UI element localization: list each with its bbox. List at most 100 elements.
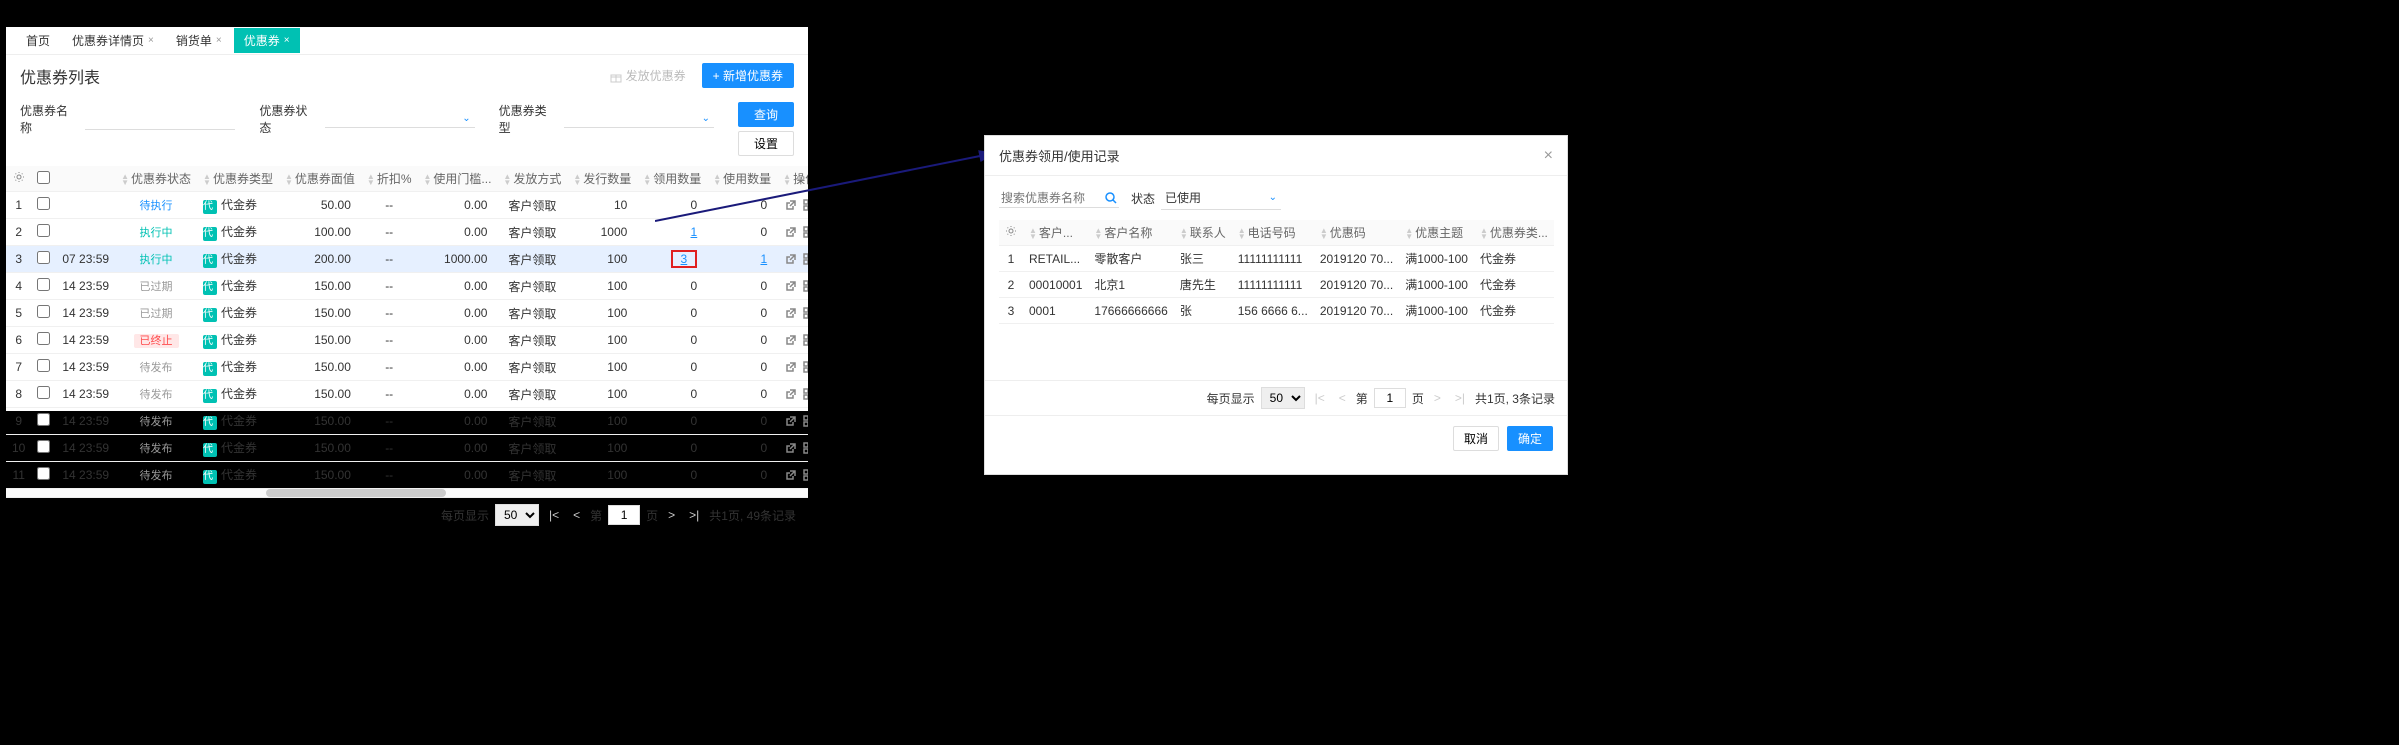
distribute-coupon-button[interactable]: 发放优惠券 bbox=[600, 64, 695, 87]
column-header[interactable]: ▲▼客户... bbox=[1023, 220, 1088, 246]
next-page-button[interactable]: > bbox=[664, 508, 679, 522]
per-page-select[interactable]: 50 bbox=[1261, 387, 1305, 409]
page-input[interactable] bbox=[608, 505, 640, 525]
column-header[interactable]: ▲▼优惠券面值 bbox=[279, 166, 361, 192]
table-row[interactable]: 6 14 23:59 已终止 代代金券 150.00 -- 0.00 客户领取 … bbox=[6, 327, 808, 354]
tab-优惠券详情页[interactable]: 优惠券详情页× bbox=[62, 28, 164, 53]
settings-column[interactable] bbox=[999, 220, 1023, 246]
per-page-select[interactable]: 50 bbox=[495, 504, 539, 526]
qrcode-icon[interactable] bbox=[803, 388, 808, 400]
qrcode-icon[interactable] bbox=[803, 469, 808, 481]
share-icon[interactable] bbox=[785, 361, 797, 373]
qrcode-icon[interactable] bbox=[803, 334, 808, 346]
confirm-button[interactable]: 确定 bbox=[1507, 426, 1553, 451]
column-header[interactable]: ▲▼折扣% bbox=[361, 166, 418, 192]
column-header[interactable]: ▲▼操作 bbox=[777, 166, 808, 192]
tab-首页[interactable]: 首页 bbox=[16, 28, 60, 53]
share-icon[interactable] bbox=[785, 307, 797, 319]
share-icon[interactable] bbox=[785, 334, 797, 346]
prev-page-button[interactable]: < bbox=[1335, 391, 1350, 405]
column-header[interactable]: ▲▼电话号码 bbox=[1232, 220, 1314, 246]
modal-status-select[interactable]: 已使用 ⌄ bbox=[1161, 186, 1281, 210]
column-header[interactable]: ▲▼使用门槛... bbox=[417, 166, 497, 192]
row-checkbox[interactable] bbox=[37, 224, 50, 237]
column-header[interactable]: ▲▼领用数量 bbox=[637, 166, 707, 192]
column-header[interactable]: ▲▼客户名称 bbox=[1088, 220, 1173, 246]
row-checkbox[interactable] bbox=[37, 197, 50, 210]
tab-优惠券[interactable]: 优惠券× bbox=[234, 28, 300, 53]
table-row[interactable]: 3 07 23:59 执行中 代代金券 200.00 -- 1000.00 客户… bbox=[6, 246, 808, 273]
horizontal-scrollbar[interactable] bbox=[6, 489, 808, 497]
column-header[interactable]: ▲▼优惠码 bbox=[1314, 220, 1399, 246]
share-icon[interactable] bbox=[785, 226, 797, 238]
claimed-count-link[interactable]: 3 bbox=[671, 250, 698, 268]
row-checkbox[interactable] bbox=[37, 359, 50, 372]
prev-page-button[interactable]: < bbox=[569, 508, 584, 522]
close-icon[interactable]: × bbox=[216, 35, 222, 46]
claimed-count-link[interactable]: 1 bbox=[691, 225, 698, 239]
first-page-button[interactable]: |< bbox=[1311, 391, 1329, 405]
cancel-button[interactable]: 取消 bbox=[1453, 426, 1499, 451]
table-row[interactable]: 3 0001 17666666666 张 156 6666 6... 20191… bbox=[999, 298, 1554, 324]
next-page-button[interactable]: > bbox=[1430, 391, 1445, 405]
column-header[interactable]: ▲▼优惠券类型 bbox=[197, 166, 279, 192]
column-header[interactable]: ▲▼发放方式 bbox=[497, 166, 567, 192]
qrcode-icon[interactable] bbox=[803, 307, 808, 319]
row-checkbox[interactable] bbox=[37, 251, 50, 264]
settings-button[interactable]: 设置 bbox=[738, 131, 794, 156]
table-row[interactable]: 4 14 23:59 已过期 代代金券 150.00 -- 0.00 客户领取 … bbox=[6, 273, 808, 300]
modal-search-input[interactable] bbox=[1001, 191, 1101, 205]
last-page-button[interactable]: >| bbox=[1451, 391, 1469, 405]
page-input[interactable] bbox=[1374, 388, 1406, 408]
table-row[interactable]: 7 14 23:59 待发布 代代金券 150.00 -- 0.00 客户领取 … bbox=[6, 354, 808, 381]
qrcode-icon[interactable] bbox=[803, 415, 808, 427]
close-icon[interactable]: × bbox=[148, 35, 154, 46]
filter-name-input[interactable] bbox=[85, 109, 235, 130]
close-icon[interactable]: × bbox=[1544, 147, 1553, 165]
column-header[interactable]: ▲▼发行数量 bbox=[567, 166, 637, 192]
first-page-button[interactable]: |< bbox=[545, 508, 563, 522]
last-page-button[interactable]: >| bbox=[685, 508, 703, 522]
share-icon[interactable] bbox=[785, 253, 797, 265]
qrcode-icon[interactable] bbox=[803, 253, 808, 265]
used-count-link[interactable]: 1 bbox=[760, 252, 767, 266]
add-coupon-button[interactable]: + 新增优惠券 bbox=[702, 63, 794, 88]
row-checkbox[interactable] bbox=[37, 440, 50, 453]
qrcode-icon[interactable] bbox=[803, 199, 808, 211]
table-row[interactable]: 8 14 23:59 待发布 代代金券 150.00 -- 0.00 客户领取 … bbox=[6, 381, 808, 408]
row-checkbox[interactable] bbox=[37, 332, 50, 345]
share-icon[interactable] bbox=[785, 442, 797, 454]
close-icon[interactable]: × bbox=[284, 35, 290, 46]
row-checkbox[interactable] bbox=[37, 305, 50, 318]
select-all-checkbox[interactable] bbox=[37, 171, 50, 184]
filter-status-select[interactable]: ⌄ bbox=[325, 110, 475, 128]
row-checkbox[interactable] bbox=[37, 413, 50, 426]
column-header[interactable]: ▲▼使用数量 bbox=[707, 166, 777, 192]
table-row[interactable]: 11 14 23:59 待发布 代代金券 150.00 -- 0.00 客户领取… bbox=[6, 462, 808, 489]
share-icon[interactable] bbox=[785, 280, 797, 292]
share-icon[interactable] bbox=[785, 388, 797, 400]
column-header[interactable]: ▲▼优惠券状态 bbox=[115, 166, 197, 192]
share-icon[interactable] bbox=[785, 415, 797, 427]
qrcode-icon[interactable] bbox=[803, 226, 808, 238]
column-header[interactable]: ▲▼优惠券类... bbox=[1474, 220, 1554, 246]
column-header[interactable]: ▲▼联系人 bbox=[1174, 220, 1232, 246]
qrcode-icon[interactable] bbox=[803, 280, 808, 292]
row-checkbox[interactable] bbox=[37, 467, 50, 480]
table-row[interactable]: 10 14 23:59 待发布 代代金券 150.00 -- 0.00 客户领取… bbox=[6, 435, 808, 462]
query-button[interactable]: 查询 bbox=[738, 102, 794, 127]
table-row[interactable]: 1 RETAIL... 零散客户 张三 11111111111 2019120 … bbox=[999, 246, 1554, 272]
row-checkbox[interactable] bbox=[37, 278, 50, 291]
search-icon[interactable] bbox=[1105, 192, 1117, 204]
qrcode-icon[interactable] bbox=[803, 442, 808, 454]
table-row[interactable]: 5 14 23:59 已过期 代代金券 150.00 -- 0.00 客户领取 … bbox=[6, 300, 808, 327]
table-row[interactable]: 2 执行中 代代金券 100.00 -- 0.00 客户领取 1000 1 0 bbox=[6, 219, 808, 246]
settings-column[interactable] bbox=[6, 166, 31, 192]
row-checkbox[interactable] bbox=[37, 386, 50, 399]
column-header[interactable]: ▲▼优惠主题 bbox=[1399, 220, 1474, 246]
table-row[interactable]: 9 14 23:59 待发布 代代金券 150.00 -- 0.00 客户领取 … bbox=[6, 408, 808, 435]
table-row[interactable]: 1 待执行 代代金券 50.00 -- 0.00 客户领取 10 0 0 bbox=[6, 192, 808, 219]
filter-type-select[interactable]: ⌄ bbox=[564, 110, 714, 128]
tab-销货单[interactable]: 销货单× bbox=[166, 28, 232, 53]
qrcode-icon[interactable] bbox=[803, 361, 808, 373]
